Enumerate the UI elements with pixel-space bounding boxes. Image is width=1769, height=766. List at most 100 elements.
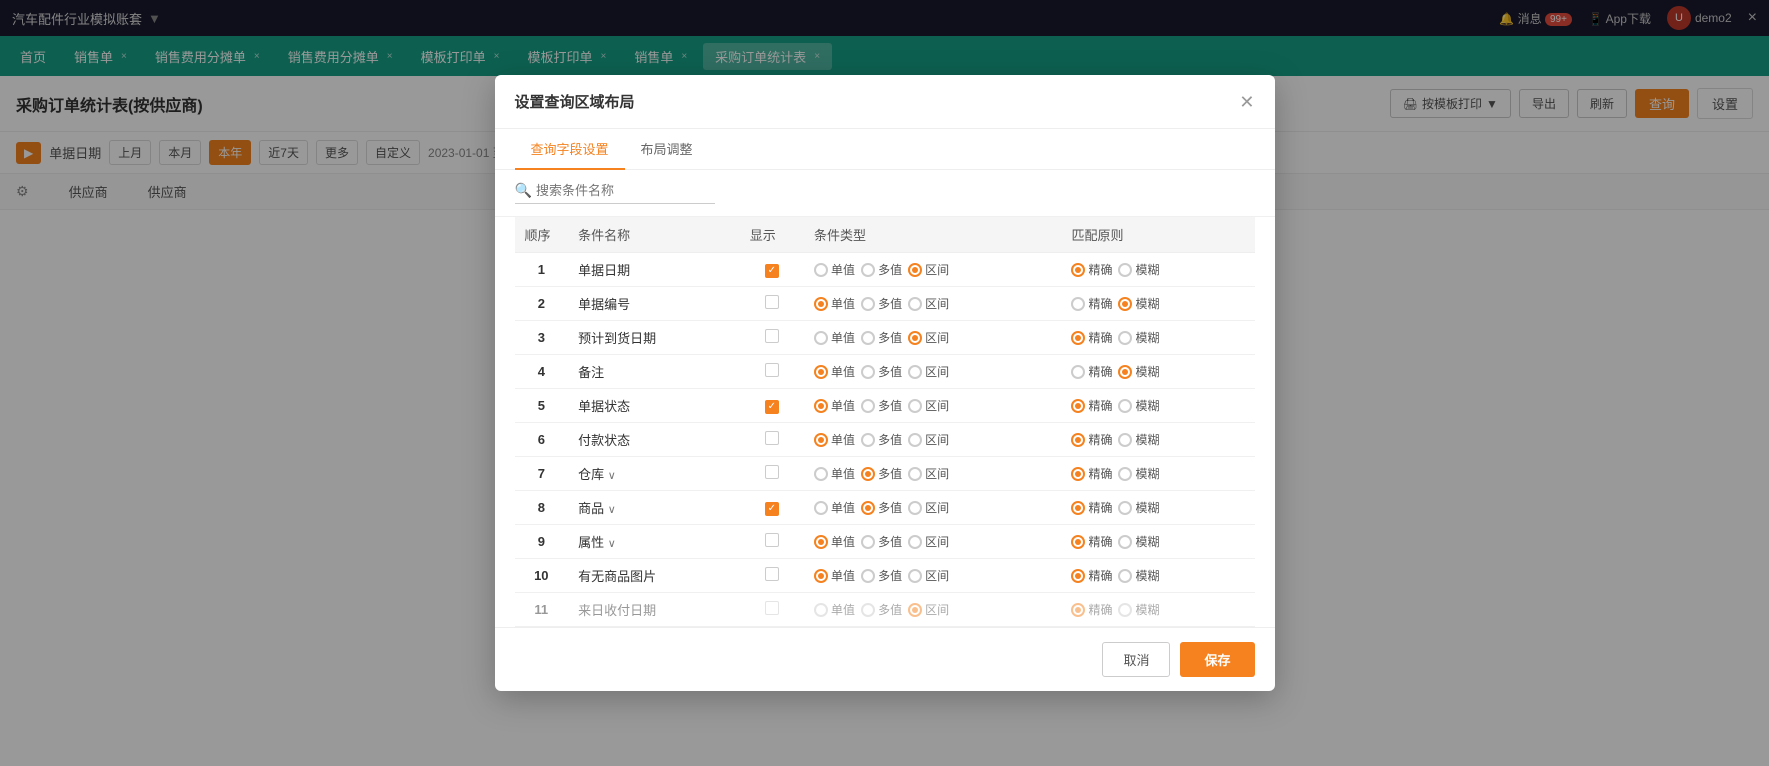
- row-order-5: 6: [515, 423, 569, 457]
- match-radio-exact-1[interactable]: 精确: [1071, 295, 1112, 312]
- type-radio-single-3[interactable]: 单值: [814, 363, 855, 380]
- modal-tab-layout-label: 布局调整: [641, 142, 693, 157]
- checkbox-10[interactable]: [765, 601, 779, 615]
- checkbox-9[interactable]: [765, 567, 779, 581]
- type-radio-single-6[interactable]: 单值: [814, 465, 855, 482]
- match-radio-fuzzy-8[interactable]: 模糊: [1118, 533, 1159, 550]
- row-show-6[interactable]: [740, 457, 804, 491]
- type-radio-group-6: 单值多值区间: [814, 465, 1051, 482]
- radio-circle-range-1: [908, 297, 922, 311]
- type-radio-range-0[interactable]: 区间: [908, 261, 949, 278]
- type-radio-range-9[interactable]: 区间: [908, 567, 949, 584]
- type-radio-range-3[interactable]: 区间: [908, 363, 949, 380]
- row-show-4[interactable]: ✓: [740, 389, 804, 423]
- match-radio-fuzzy-4[interactable]: 模糊: [1118, 397, 1159, 414]
- row-name-3: 备注: [568, 355, 740, 389]
- match-radio-exact-8[interactable]: 精确: [1071, 533, 1112, 550]
- checkbox-8[interactable]: [765, 533, 779, 547]
- match-radio-fuzzy-1[interactable]: 模糊: [1118, 295, 1159, 312]
- checkbox-0[interactable]: ✓: [765, 264, 779, 278]
- modal-close-btn[interactable]: ✕: [1239, 93, 1254, 111]
- match-radio-fuzzy-7[interactable]: 模糊: [1118, 499, 1159, 516]
- row-show-7[interactable]: ✓: [740, 491, 804, 525]
- match-radio-exact-0[interactable]: 精确: [1071, 261, 1112, 278]
- row-order-3: 4: [515, 355, 569, 389]
- type-radio-single-0[interactable]: 单值: [814, 261, 855, 278]
- type-radio-single-9[interactable]: 单值: [814, 567, 855, 584]
- match-radio-fuzzy-10[interactable]: 模糊: [1118, 601, 1159, 618]
- row-show-9[interactable]: [740, 559, 804, 593]
- type-radio-range-1[interactable]: 区间: [908, 295, 949, 312]
- match-radio-fuzzy-0[interactable]: 模糊: [1118, 261, 1159, 278]
- match-radio-fuzzy-9[interactable]: 模糊: [1118, 567, 1159, 584]
- row-show-5[interactable]: [740, 423, 804, 457]
- match-radio-group-10: 精确模糊: [1071, 601, 1244, 618]
- checkbox-2[interactable]: [765, 329, 779, 343]
- match-radio-fuzzy-6[interactable]: 模糊: [1118, 465, 1159, 482]
- type-radio-range-4[interactable]: 区间: [908, 397, 949, 414]
- type-radio-multi-1[interactable]: 多值: [861, 295, 902, 312]
- cancel-btn[interactable]: 取消: [1102, 642, 1170, 677]
- radio-circle-multi-10: [861, 603, 875, 617]
- type-radio-multi-6[interactable]: 多值: [861, 465, 902, 482]
- type-radio-single-4[interactable]: 单值: [814, 397, 855, 414]
- match-radio-exact-6[interactable]: 精确: [1071, 465, 1112, 482]
- type-radio-range-8[interactable]: 区间: [908, 533, 949, 550]
- type-radio-range-7[interactable]: 区间: [908, 499, 949, 516]
- checkbox-5[interactable]: [765, 431, 779, 445]
- type-radio-single-7[interactable]: 单值: [814, 499, 855, 516]
- match-radio-exact-9[interactable]: 精确: [1071, 567, 1112, 584]
- type-radio-multi-4[interactable]: 多值: [861, 397, 902, 414]
- modal-tab-layout[interactable]: 布局调整: [625, 129, 709, 170]
- row-show-3[interactable]: [740, 355, 804, 389]
- modal-tab-query[interactable]: 查询字段设置: [515, 129, 625, 170]
- row-show-8[interactable]: [740, 525, 804, 559]
- type-radio-multi-7[interactable]: 多值: [861, 499, 902, 516]
- checkbox-6[interactable]: [765, 465, 779, 479]
- checkbox-3[interactable]: [765, 363, 779, 377]
- match-radio-exact-2[interactable]: 精确: [1071, 329, 1112, 346]
- match-radio-fuzzy-3[interactable]: 模糊: [1118, 363, 1159, 380]
- row-match-10: 精确模糊: [1061, 593, 1254, 627]
- row-show-2[interactable]: [740, 321, 804, 355]
- checkbox-4[interactable]: ✓: [765, 400, 779, 414]
- modal-overlay: 设置查询区域布局 ✕ 查询字段设置 布局调整 🔍 顺序: [0, 0, 1769, 766]
- match-radio-exact-5[interactable]: 精确: [1071, 431, 1112, 448]
- type-radio-multi-3[interactable]: 多值: [861, 363, 902, 380]
- type-radio-range-6[interactable]: 区间: [908, 465, 949, 482]
- match-radio-fuzzy-5[interactable]: 模糊: [1118, 431, 1159, 448]
- type-radio-single-1[interactable]: 单值: [814, 295, 855, 312]
- type-radio-multi-5[interactable]: 多值: [861, 431, 902, 448]
- type-radio-multi-2[interactable]: 多值: [861, 329, 902, 346]
- type-radio-range-5[interactable]: 区间: [908, 431, 949, 448]
- modal-tab-query-label: 查询字段设置: [531, 142, 609, 157]
- row-order-9: 10: [515, 559, 569, 593]
- save-btn[interactable]: 保存: [1180, 642, 1254, 677]
- match-radio-exact-4[interactable]: 精确: [1071, 397, 1112, 414]
- checkbox-7[interactable]: ✓: [765, 502, 779, 516]
- type-radio-single-8[interactable]: 单值: [814, 533, 855, 550]
- type-radio-single-10[interactable]: 单值: [814, 601, 855, 618]
- row-show-10[interactable]: [740, 593, 804, 627]
- match-radio-exact-7[interactable]: 精确: [1071, 499, 1112, 516]
- radio-circle-single-0: [814, 263, 828, 277]
- match-radio-exact-10[interactable]: 精确: [1071, 601, 1112, 618]
- checkbox-1[interactable]: [765, 295, 779, 309]
- row-show-0[interactable]: ✓: [740, 253, 804, 287]
- type-radio-multi-8[interactable]: 多值: [861, 533, 902, 550]
- search-input[interactable]: [532, 183, 692, 198]
- row-name-2: 预计到货日期: [568, 321, 740, 355]
- type-radio-single-5[interactable]: 单值: [814, 431, 855, 448]
- type-radio-single-2[interactable]: 单值: [814, 329, 855, 346]
- table-row: 4备注 单值多值区间 精确模糊: [515, 355, 1255, 389]
- match-radio-fuzzy-2[interactable]: 模糊: [1118, 329, 1159, 346]
- match-radio-exact-3[interactable]: 精确: [1071, 363, 1112, 380]
- match-radio-group-5: 精确模糊: [1071, 431, 1244, 448]
- type-radio-multi-0[interactable]: 多值: [861, 261, 902, 278]
- type-radio-range-2[interactable]: 区间: [908, 329, 949, 346]
- type-radio-range-10[interactable]: 区间: [908, 601, 949, 618]
- type-radio-multi-9[interactable]: 多值: [861, 567, 902, 584]
- radio-circle-range-9: [908, 569, 922, 583]
- row-show-1[interactable]: [740, 287, 804, 321]
- type-radio-multi-10[interactable]: 多值: [861, 601, 902, 618]
